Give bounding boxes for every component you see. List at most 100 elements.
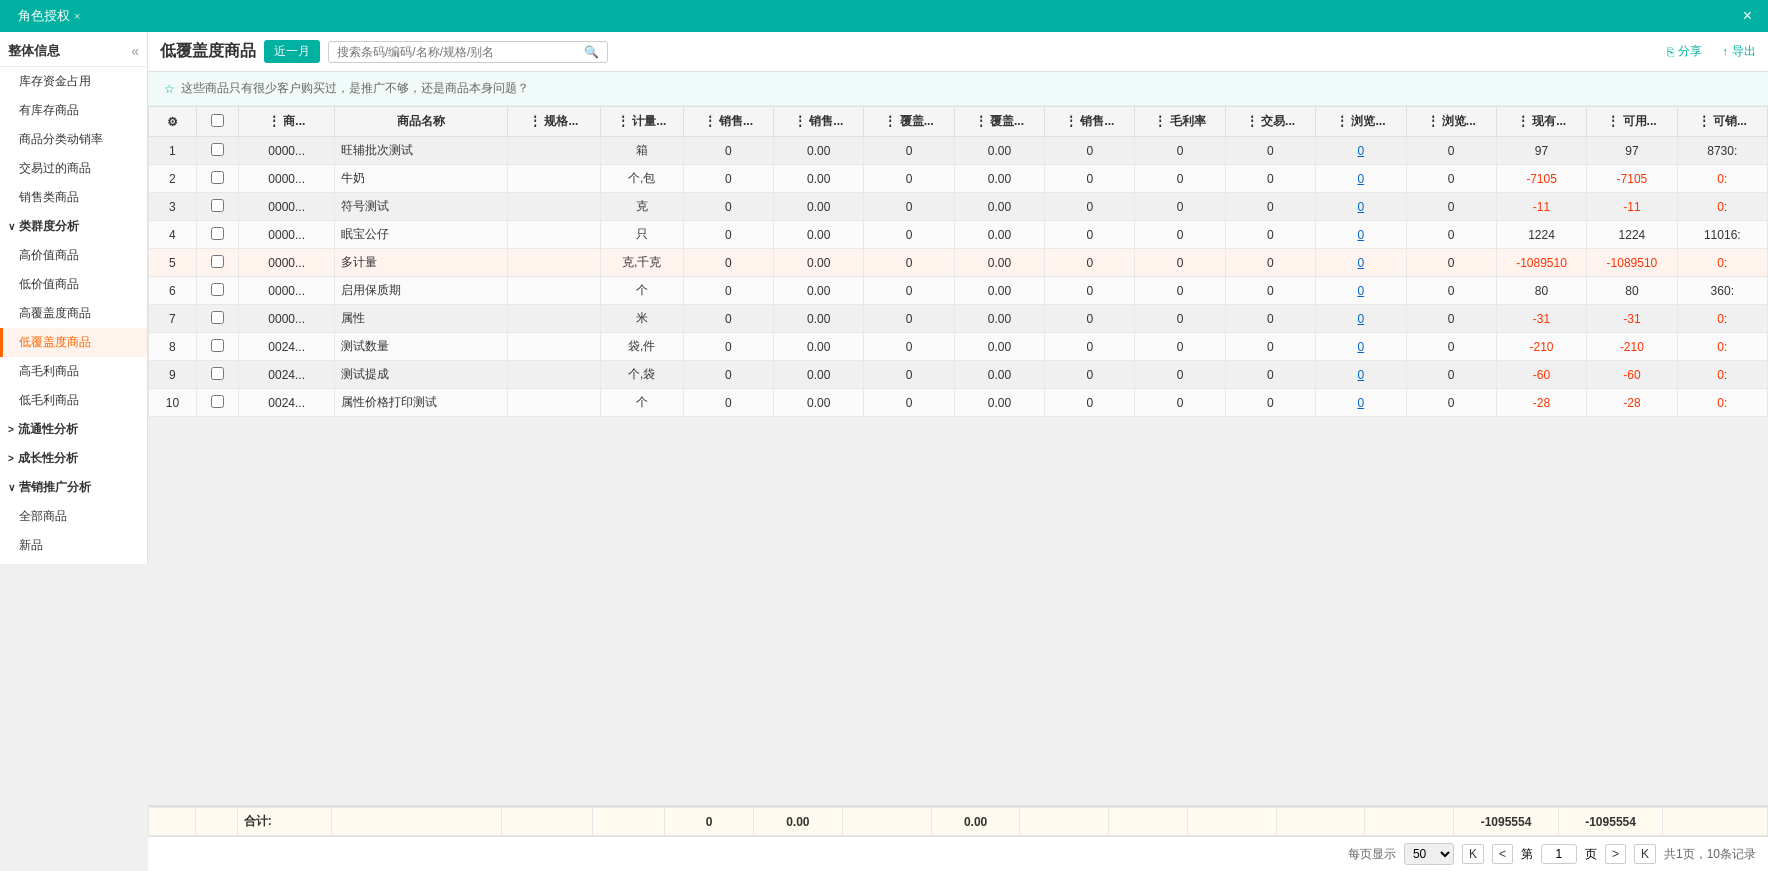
search-input[interactable] bbox=[337, 45, 580, 59]
col-header-spec[interactable]: ⋮ 规格... bbox=[507, 107, 600, 137]
col-header-sales2[interactable]: ⋮ 销售... bbox=[773, 107, 863, 137]
col-header-unit[interactable]: ⋮ 计量... bbox=[600, 107, 683, 137]
row-checkbox[interactable] bbox=[211, 199, 224, 212]
row-available: -11 bbox=[1587, 193, 1677, 221]
row-browse2: 0 bbox=[1406, 361, 1496, 389]
page-size-select[interactable]: 50 100 200 bbox=[1404, 843, 1454, 865]
row-cover1: 0 bbox=[864, 277, 954, 305]
sidebar-item-全部商品[interactable]: 全部商品 bbox=[0, 502, 147, 531]
row-sales2: 0.00 bbox=[773, 221, 863, 249]
col-header-code[interactable]: ⋮ 商... bbox=[239, 107, 335, 137]
next-page-button[interactable]: > bbox=[1605, 844, 1626, 864]
share-button[interactable]: ⎘ 分享 bbox=[1667, 43, 1702, 60]
row-margin: 0 bbox=[1135, 137, 1225, 165]
sidebar-section-4[interactable]: ∨营销推广分析 bbox=[0, 473, 147, 502]
sidebar-item-有库存商品[interactable]: 有库存商品 bbox=[0, 96, 147, 125]
page-input[interactable] bbox=[1541, 844, 1577, 864]
sidebar-item-库存资金占用[interactable]: 库存资金占用 bbox=[0, 67, 147, 96]
sidebar-item-低覆盖度商品[interactable]: 低覆盖度商品 bbox=[0, 328, 147, 357]
col-header-check[interactable] bbox=[196, 107, 239, 137]
row-check bbox=[196, 137, 239, 165]
pagination: 每页显示 50 100 200 K < 第 页 > K 共1页，10条记录 bbox=[148, 836, 1768, 871]
row-sales2: 0.00 bbox=[773, 389, 863, 417]
browse-link[interactable]: 0 bbox=[1357, 144, 1364, 158]
row-sales2: 0.00 bbox=[773, 249, 863, 277]
sidebar-section-1[interactable]: ∨类群度分析 bbox=[0, 212, 147, 241]
row-check bbox=[196, 361, 239, 389]
col-header-trade[interactable]: ⋮ 交易... bbox=[1225, 107, 1315, 137]
search-icon[interactable]: 🔍 bbox=[584, 45, 599, 59]
row-checkbox[interactable] bbox=[211, 339, 224, 352]
export-button[interactable]: ↑ 导出 bbox=[1722, 43, 1756, 60]
browse-link[interactable]: 0 bbox=[1357, 284, 1364, 298]
row-checkbox[interactable] bbox=[211, 255, 224, 268]
row-checkbox[interactable] bbox=[211, 367, 224, 380]
main-layout: 整体信息 « 库存资金占用有库存商品商品分类动销率交易过的商品销售类商品∨类群度… bbox=[0, 32, 1768, 871]
last-page-button[interactable]: K bbox=[1634, 844, 1656, 864]
row-spec bbox=[507, 221, 600, 249]
col-header-browse1[interactable]: ⋮ 浏览... bbox=[1316, 107, 1406, 137]
row-checkbox[interactable] bbox=[211, 395, 224, 408]
row-available: -1089510 bbox=[1587, 249, 1677, 277]
browse-link[interactable]: 0 bbox=[1357, 172, 1364, 186]
search-box: 🔍 bbox=[328, 41, 608, 63]
browse-link[interactable]: 0 bbox=[1357, 256, 1364, 270]
row-browse2: 0 bbox=[1406, 305, 1496, 333]
browse-link[interactable]: 0 bbox=[1357, 396, 1364, 410]
col-header-sales1[interactable]: ⋮ 销售... bbox=[683, 107, 773, 137]
col-header-cover1[interactable]: ⋮ 覆盖... bbox=[864, 107, 954, 137]
row-unit: 袋,件 bbox=[600, 333, 683, 361]
row-code: 0024... bbox=[239, 333, 335, 361]
sidebar-item-交易过的商品[interactable]: 交易过的商品 bbox=[0, 154, 147, 183]
col-header-name[interactable]: 商品名称 bbox=[335, 107, 508, 137]
sidebar-item-高毛利商品[interactable]: 高毛利商品 bbox=[0, 357, 147, 386]
table-container[interactable]: ⚙⋮ 商...商品名称⋮ 规格...⋮ 计量...⋮ 销售...⋮ 销售...⋮… bbox=[148, 106, 1768, 805]
col-header-saleable[interactable]: ⋮ 可销... bbox=[1677, 107, 1767, 137]
row-checkbox[interactable] bbox=[211, 283, 224, 296]
browse-link[interactable]: 0 bbox=[1357, 368, 1364, 382]
browse-link[interactable]: 0 bbox=[1357, 228, 1364, 242]
row-checkbox[interactable] bbox=[211, 171, 224, 184]
prev-page-button[interactable]: < bbox=[1492, 844, 1513, 864]
col-header-cover2[interactable]: ⋮ 覆盖... bbox=[954, 107, 1044, 137]
sidebar-item-新品[interactable]: 新品 bbox=[0, 531, 147, 560]
sidebar-item-高覆盖度商品[interactable]: 高覆盖度商品 bbox=[0, 299, 147, 328]
row-checkbox[interactable] bbox=[211, 227, 224, 240]
row-checkbox[interactable] bbox=[211, 143, 224, 156]
row-unit: 克,千克 bbox=[600, 249, 683, 277]
row-browse1: 0 bbox=[1316, 361, 1406, 389]
sidebar-section-2[interactable]: >流通性分析 bbox=[0, 415, 147, 444]
row-sales2: 0.00 bbox=[773, 361, 863, 389]
sidebar-collapse-button[interactable]: « bbox=[131, 43, 139, 59]
col-header-gear[interactable]: ⚙ bbox=[149, 107, 197, 137]
nav-item-角色授权[interactable]: 角色授权 × bbox=[8, 0, 116, 32]
sidebar-section-3[interactable]: >成长性分析 bbox=[0, 444, 147, 473]
browse-link[interactable]: 0 bbox=[1357, 200, 1364, 214]
browse-link[interactable]: 0 bbox=[1357, 340, 1364, 354]
col-header-browse2[interactable]: ⋮ 浏览... bbox=[1406, 107, 1496, 137]
sidebar-item-低毛利商品[interactable]: 低毛利商品 bbox=[0, 386, 147, 415]
row-spec bbox=[507, 193, 600, 221]
sidebar-item-销售类商品[interactable]: 销售类商品 bbox=[0, 183, 147, 212]
window-close-button[interactable]: × bbox=[1735, 7, 1760, 25]
row-current: -60 bbox=[1496, 361, 1586, 389]
row-num: 2 bbox=[149, 165, 197, 193]
nav-close-角色授权[interactable]: × bbox=[74, 10, 80, 22]
row-cover2: 0.00 bbox=[954, 137, 1044, 165]
row-sales3: 0 bbox=[1045, 361, 1135, 389]
browse-link[interactable]: 0 bbox=[1357, 312, 1364, 326]
first-page-button[interactable]: K bbox=[1462, 844, 1484, 864]
select-all-checkbox[interactable] bbox=[211, 114, 224, 127]
row-checkbox[interactable] bbox=[211, 311, 224, 324]
col-header-sales3[interactable]: ⋮ 销售... bbox=[1045, 107, 1135, 137]
sidebar-item-高价值商品[interactable]: 高价值商品 bbox=[0, 241, 147, 270]
gear-icon[interactable]: ⚙ bbox=[167, 115, 178, 129]
sidebar-item-商品分类动销率[interactable]: 商品分类动销率 bbox=[0, 125, 147, 154]
col-header-available[interactable]: ⋮ 可用... bbox=[1587, 107, 1677, 137]
time-filter-button[interactable]: 近一月 bbox=[264, 40, 320, 63]
col-header-current[interactable]: ⋮ 现有... bbox=[1496, 107, 1586, 137]
row-unit: 个 bbox=[600, 277, 683, 305]
row-name: 牛奶 bbox=[335, 165, 508, 193]
sidebar-item-低价值商品[interactable]: 低价值商品 bbox=[0, 270, 147, 299]
col-header-margin[interactable]: ⋮ 毛利率 bbox=[1135, 107, 1225, 137]
